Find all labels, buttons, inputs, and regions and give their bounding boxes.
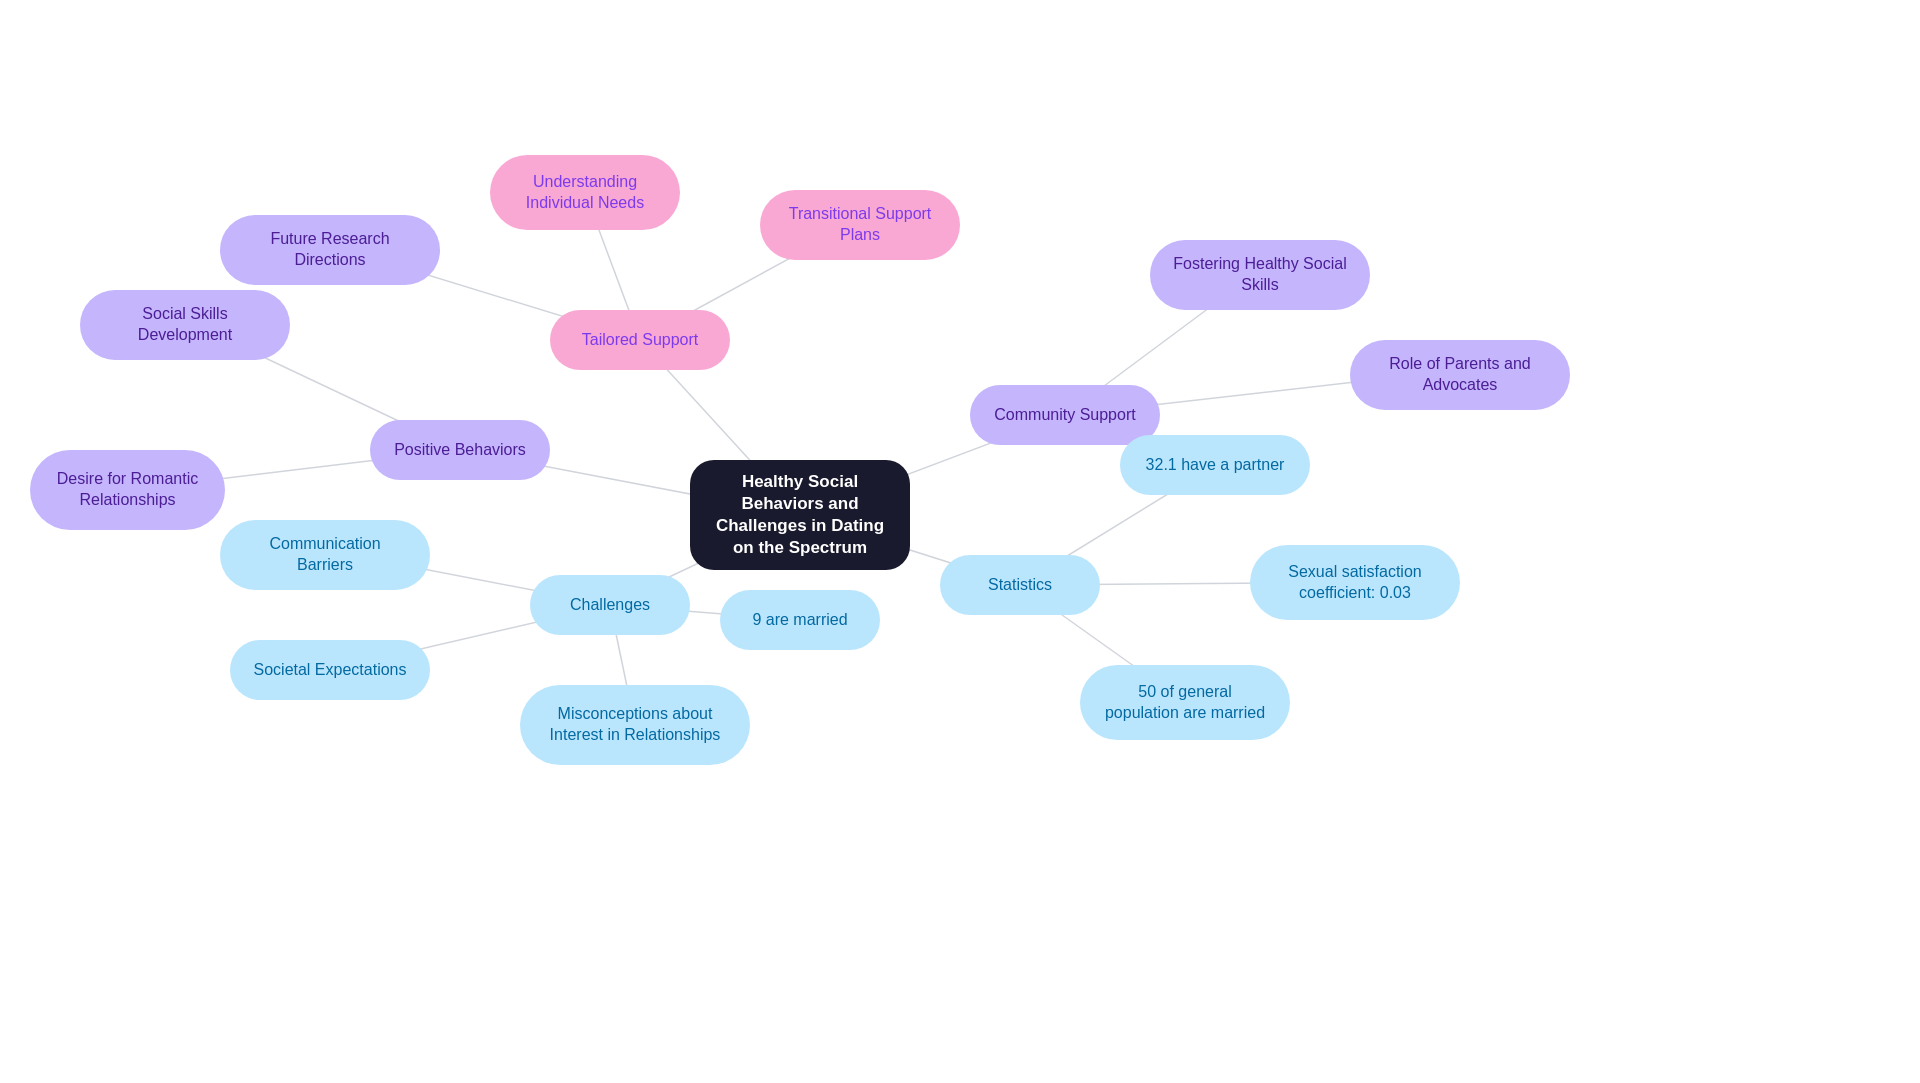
community-support-node[interactable]: Community Support	[970, 385, 1160, 445]
sexual-satisfaction-node[interactable]: Sexual satisfaction coefficient: 0.03	[1250, 545, 1460, 620]
understanding-individual-needs-node[interactable]: Understanding Individual Needs	[490, 155, 680, 230]
social-skills-development-node[interactable]: Social Skills Development	[80, 290, 290, 360]
center-node[interactable]: Healthy Social Behaviors and Challenges …	[690, 460, 910, 570]
challenges-node[interactable]: Challenges	[530, 575, 690, 635]
tailored-support-node[interactable]: Tailored Support	[550, 310, 730, 370]
transitional-support-plans-node[interactable]: Transitional Support Plans	[760, 190, 960, 260]
desire-romantic-node[interactable]: Desire for Romantic Relationships	[30, 450, 225, 530]
mindmap-container: Healthy Social Behaviors and Challenges …	[0, 0, 1920, 1083]
communication-barriers-node[interactable]: Communication Barriers	[220, 520, 430, 590]
role-parents-node[interactable]: Role of Parents and Advocates	[1350, 340, 1570, 410]
nine-married-node[interactable]: 9 are married	[720, 590, 880, 650]
misconceptions-node[interactable]: Misconceptions about Interest in Relatio…	[520, 685, 750, 765]
societal-expectations-node[interactable]: Societal Expectations	[230, 640, 430, 700]
statistics-node[interactable]: Statistics	[940, 555, 1100, 615]
fostering-healthy-node[interactable]: Fostering Healthy Social Skills	[1150, 240, 1370, 310]
general-married-node[interactable]: 50 of general population are married	[1080, 665, 1290, 740]
positive-behaviors-node[interactable]: Positive Behaviors	[370, 420, 550, 480]
have-partner-node[interactable]: 32.1 have a partner	[1120, 435, 1310, 495]
future-research-directions-node[interactable]: Future Research Directions	[220, 215, 440, 285]
